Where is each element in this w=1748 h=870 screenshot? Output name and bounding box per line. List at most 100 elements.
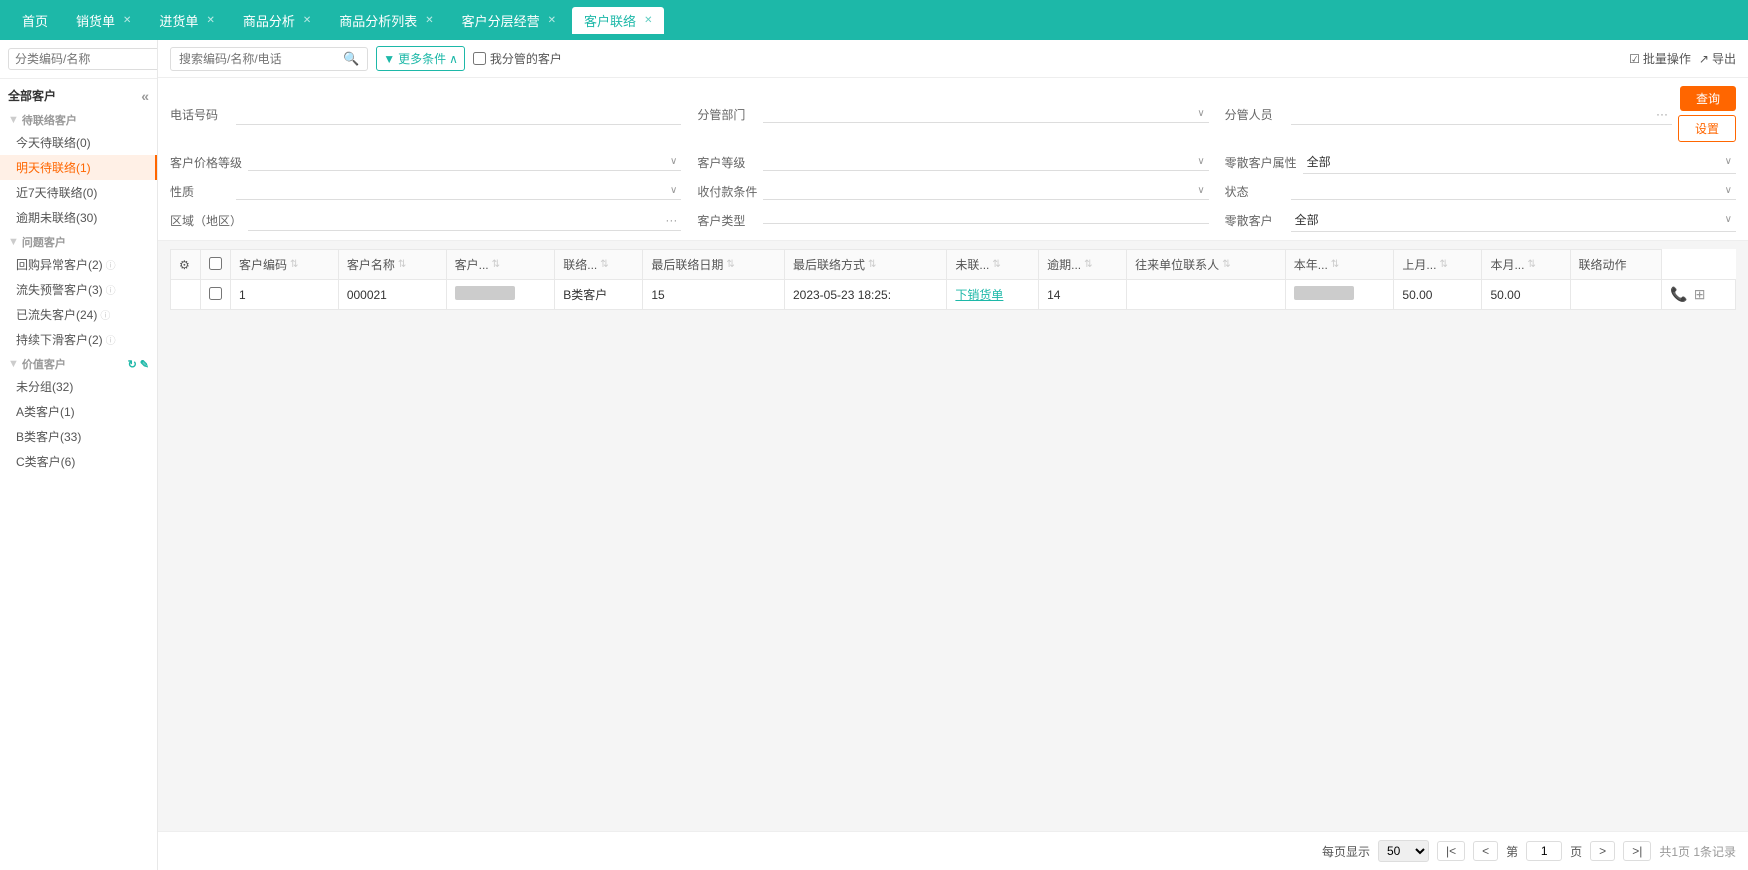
sort-icon-this-year[interactable]: ⇅: [1331, 259, 1339, 270]
phone-input[interactable]: [236, 104, 681, 125]
dept-select[interactable]: ∨: [763, 105, 1208, 123]
sidebar-item-a-class[interactable]: A类客户(1): [0, 399, 157, 424]
filter-manager: 分管人员 ··· 查询 设置: [1225, 86, 1736, 142]
last-page-btn[interactable]: >|: [1623, 841, 1651, 861]
sidebar-item-tomorrow-contact[interactable]: 明天待联络(1): [0, 155, 157, 180]
sort-icon-last-date[interactable]: ⇅: [726, 259, 734, 270]
sidebar-item-7day-contact[interactable]: 近7天待联络(0): [0, 180, 157, 205]
nav-close-customer-tier[interactable]: ✕: [548, 15, 556, 26]
sort-icon-method[interactable]: ⇅: [868, 259, 876, 270]
nav-close-product-analysis[interactable]: ✕: [303, 15, 311, 26]
search-box: 🔍: [170, 47, 368, 71]
customer-type-select[interactable]: [763, 217, 1208, 224]
sidebar-item-c-class[interactable]: C类客户(6): [0, 449, 157, 474]
prev-page-btn[interactable]: <: [1473, 841, 1498, 861]
retail-customer-chevron-icon: ∨: [1725, 214, 1732, 225]
retail-customer-select[interactable]: 全部 ∨: [1291, 208, 1736, 232]
action-phone-icon[interactable]: 📞: [1670, 286, 1687, 303]
nav-product-analysis[interactable]: 商品分析 ✕: [231, 7, 323, 34]
th-code: 客户编码⇅: [231, 250, 339, 280]
refresh-icon[interactable]: ↻: [128, 358, 137, 371]
region-label: 区域（地区）: [170, 212, 242, 229]
search-icon[interactable]: 🔍: [343, 51, 359, 67]
retail-attr-select[interactable]: 全部 ∨: [1303, 150, 1736, 174]
filter-customer-value: 客户价格等级 ∨: [170, 150, 681, 174]
info-icon-declining: ⓘ: [106, 332, 116, 347]
retail-attr-chevron-icon: ∨: [1725, 156, 1732, 167]
sidebar-item-churn-warning[interactable]: 流失预警客户(3) ⓘ: [0, 277, 157, 302]
export-btn[interactable]: ↗ 导出: [1699, 50, 1736, 67]
manager-dots-icon[interactable]: ···: [1656, 107, 1668, 121]
my-customers-checkbox[interactable]: [473, 52, 486, 65]
filter-status: 状态 ∨: [1225, 182, 1736, 200]
nav-product-analysis-list[interactable]: 商品分析列表 ✕: [327, 7, 445, 34]
status-select[interactable]: ∨: [1291, 182, 1736, 200]
sort-icon-no-contact[interactable]: ⇅: [992, 259, 1000, 270]
page-label: 第: [1506, 843, 1518, 860]
row-checkbox[interactable]: [209, 287, 222, 300]
sidebar-item-b-class[interactable]: B类客户(33): [0, 424, 157, 449]
per-page-select[interactable]: 50 100 200: [1378, 840, 1429, 862]
region-select[interactable]: ···: [248, 210, 681, 231]
sort-icon-this-month[interactable]: ⇅: [1527, 259, 1535, 270]
settings-icon[interactable]: ⚙: [179, 258, 190, 272]
more-filter-btn[interactable]: ▼ 更多条件 ∧: [376, 46, 465, 71]
search-input[interactable]: [179, 52, 339, 66]
nav-sales-order[interactable]: 销货单 ✕: [64, 7, 143, 34]
sort-icon-code[interactable]: ⇅: [290, 259, 298, 270]
region-dots-icon[interactable]: ···: [665, 213, 677, 227]
nav-customer-contact[interactable]: 客户联络 ✕: [572, 7, 664, 34]
payment-select[interactable]: ∨: [763, 182, 1208, 200]
customer-value-select[interactable]: ∨: [248, 153, 681, 171]
sort-icon-name[interactable]: ⇅: [398, 259, 406, 270]
nav-close-customer-contact[interactable]: ✕: [644, 15, 652, 26]
row-last-date: 2023-05-23 18:25:: [784, 280, 946, 310]
nav-home[interactable]: 首页: [10, 7, 60, 34]
sort-icon-unit-contact[interactable]: ⇅: [1222, 259, 1230, 270]
edit-value-icon[interactable]: ✎: [140, 358, 149, 371]
nav-close-purchase[interactable]: ✕: [206, 15, 214, 26]
table-area: ⚙ 客户编码⇅ 客户名称⇅ 客户...⇅: [158, 241, 1748, 831]
sidebar-item-today-contact[interactable]: 今天待联络(0): [0, 130, 157, 155]
page-suffix: 页: [1570, 843, 1582, 860]
sort-icon-contact-count[interactable]: ⇅: [600, 259, 608, 270]
set-btn[interactable]: 设置: [1678, 115, 1736, 142]
action-grid-icon[interactable]: ⊞: [1694, 286, 1706, 303]
manager-select[interactable]: ···: [1291, 104, 1672, 125]
page-input[interactable]: [1526, 841, 1562, 861]
sidebar-item-churned[interactable]: 已流失客户(24) ⓘ: [0, 302, 157, 327]
sidebar-search-input[interactable]: [8, 48, 158, 70]
filter-icon: ▼: [383, 52, 395, 66]
my-customers-checkbox-label[interactable]: 我分管的客户: [473, 50, 562, 67]
sidebar-group-problem: ▼ 问题客户: [0, 230, 157, 252]
row-this-year: 50.00: [1394, 280, 1482, 310]
filter-dept: 分管部门 ∨: [697, 86, 1208, 142]
th-this-year: 本年...⇅: [1285, 250, 1394, 280]
select-all-checkbox[interactable]: [209, 257, 222, 270]
toolbar-right: ☑ 批量操作 ↗ 导出: [1629, 50, 1736, 67]
batch-op-btn[interactable]: ☑ 批量操作: [1629, 50, 1691, 67]
sidebar-item-declining[interactable]: 持续下滑客户(2) ⓘ: [0, 327, 157, 352]
next-page-btn[interactable]: >: [1590, 841, 1615, 861]
info-icon-churn-warning: ⓘ: [106, 282, 116, 297]
sidebar-item-overdue-contact[interactable]: 逾期未联络(30): [0, 205, 157, 230]
row-name: [446, 280, 555, 310]
sidebar-item-repurchase-abnormal[interactable]: 回购异常客户(2) ⓘ: [0, 252, 157, 277]
gender-select[interactable]: ∨: [236, 182, 681, 200]
nav-close-sales[interactable]: ✕: [123, 15, 131, 26]
sidebar-item-ungrouped[interactable]: 未分组(32): [0, 374, 157, 399]
nav-purchase-order[interactable]: 进货单 ✕: [147, 7, 226, 34]
sort-icon-last-month[interactable]: ⇅: [1439, 259, 1447, 270]
query-btn[interactable]: 查询: [1680, 86, 1736, 111]
nav-customer-tier[interactable]: 客户分层经营 ✕: [450, 7, 568, 34]
sort-icon-overdue[interactable]: ⇅: [1084, 259, 1092, 270]
payment-chevron-icon: ∨: [1197, 185, 1204, 196]
sort-icon-category[interactable]: ⇅: [492, 259, 500, 270]
nav-close-product-analysis-list[interactable]: ✕: [425, 15, 433, 26]
dept-label: 分管部门: [697, 106, 757, 123]
sidebar-collapse-icon[interactable]: «: [141, 88, 149, 104]
manager-label: 分管人员: [1225, 106, 1285, 123]
customer-level-select[interactable]: ∨: [763, 153, 1208, 171]
first-page-btn[interactable]: |<: [1437, 841, 1465, 861]
filter-retail-customer: 零散客户 全部 ∨: [1225, 208, 1736, 232]
